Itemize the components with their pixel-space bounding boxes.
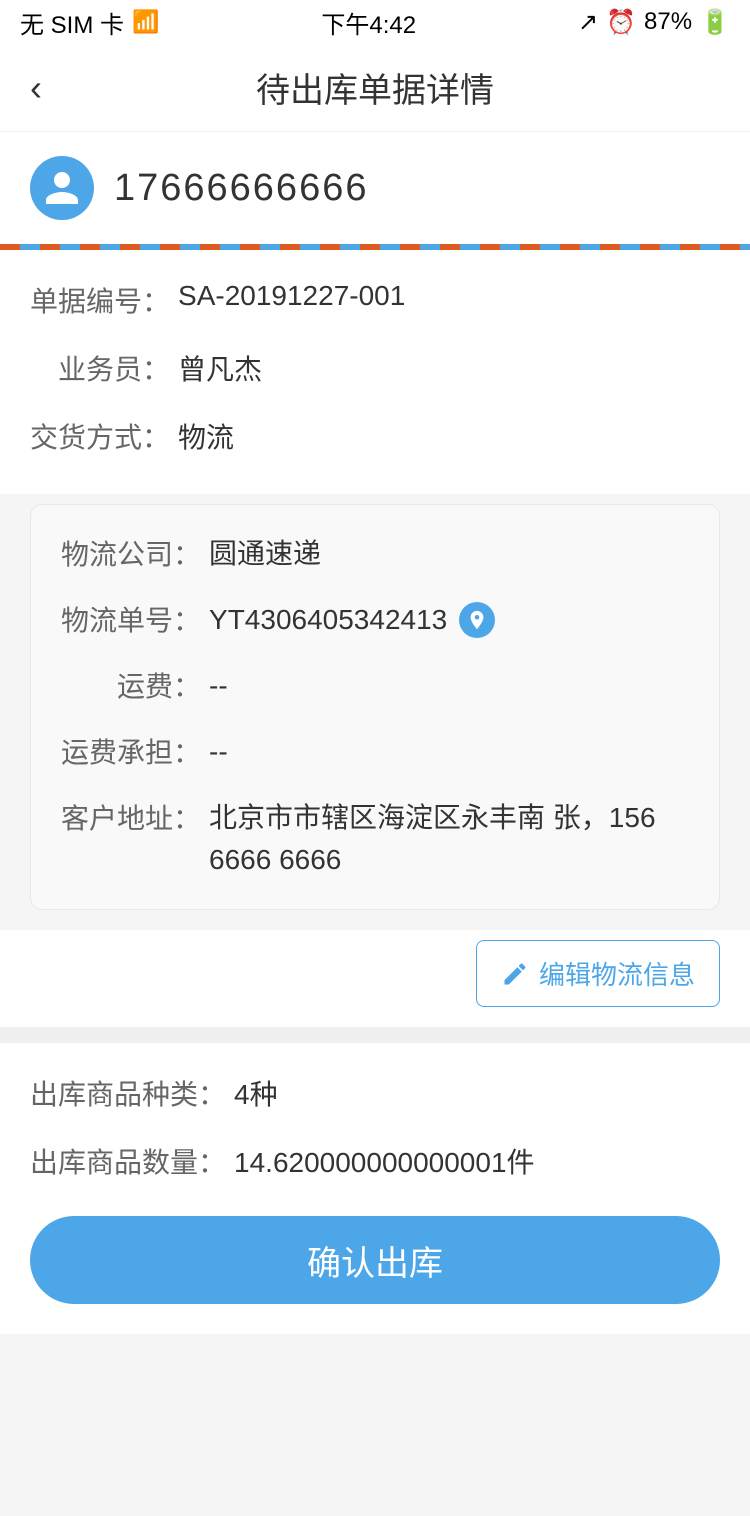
salesman-label: 业务员： [30,348,170,388]
freight-row: 运费： -- [61,665,689,707]
status-bar: 无 SIM 卡 📶 下午4:42 ↗ ⏰ 87% 🔋 [0,0,750,44]
document-info-section: 单据编号： SA-20191227-001 业务员： 曾凡杰 交货方式： 物流 [0,250,750,494]
product-types-label: 出库商品种类： [30,1073,226,1113]
page-title: 待出库单据详情 [256,63,494,112]
edit-icon [501,960,529,988]
document-number-row: 单据编号： SA-20191227-001 [30,280,720,320]
alarm-icon: ⏰ [606,8,636,37]
status-left: 无 SIM 卡 📶 [20,5,159,40]
battery-icon: 🔋 [700,8,730,37]
back-button[interactable]: ‹ [30,67,90,109]
address-row: 客户地址： 北京市市辖区海淀区永丰南 张，156 6666 6666 [61,797,689,881]
freight-bear-value: -- [209,731,689,773]
delivery-method-row: 交货方式： 物流 [30,416,720,456]
freight-label: 运费： [61,665,201,705]
logistics-tracking-value-wrap: YT4306405342413 [209,599,689,641]
product-quantity-row: 出库商品数量： 14.620000000000001件 [30,1141,720,1181]
logistics-tracking-label: 物流单号： [61,599,201,639]
freight-value: -- [209,665,689,707]
location-pin-icon [466,609,488,631]
product-types-row: 出库商品种类： 4种 [30,1073,720,1113]
delivery-method-value: 物流 [178,416,720,456]
logistics-company-value: 圆通速递 [209,533,689,575]
address-value: 北京市市辖区海淀区永丰南 张，156 6666 6666 [209,797,689,881]
phone-number: 17666666666 [114,167,368,210]
product-quantity-value: 14.620000000000001件 [234,1141,535,1181]
carrier-label: 无 SIM 卡 [20,5,124,40]
bottom-space [0,1316,750,1516]
address-label: 客户地址： [61,797,201,837]
product-quantity-label: 出库商品数量： [30,1141,226,1181]
confirm-outbound-label: 确认出库 [307,1236,443,1285]
status-time: 下午4:42 [321,5,416,40]
location-icon: ↗ [578,8,598,37]
nav-bar: ‹ 待出库单据详情 [0,44,750,132]
customer-phone-section: 17666666666 [0,132,750,244]
products-section: 出库商品种类： 4种 出库商品数量： 14.620000000000001件 [0,1043,750,1219]
wifi-icon: 📶 [132,9,159,35]
logistics-tracking-row: 物流单号： YT4306405342413 [61,599,689,641]
confirm-btn-wrap: 确认出库 [0,1196,750,1334]
logistics-card: 物流公司： 圆通速递 物流单号： YT4306405342413 运费： -- … [30,504,720,910]
location-pin-button[interactable] [459,602,495,638]
edit-logistics-label: 编辑物流信息 [539,955,695,992]
document-number-value: SA-20191227-001 [178,280,720,312]
edit-logistics-button[interactable]: 编辑物流信息 [476,940,720,1007]
logistics-tracking-number: YT4306405342413 [209,599,447,641]
section-separator-1 [0,1027,750,1043]
freight-bear-label: 运费承担： [61,731,201,771]
battery-label: 87% [644,8,692,36]
freight-bear-row: 运费承担： -- [61,731,689,773]
salesman-value: 曾凡杰 [178,348,720,388]
delivery-method-label: 交货方式： [30,416,170,456]
avatar [30,156,94,220]
salesman-row: 业务员： 曾凡杰 [30,348,720,388]
edit-btn-row: 编辑物流信息 [0,930,750,1027]
person-icon [42,168,82,208]
logistics-company-row: 物流公司： 圆通速递 [61,533,689,575]
logistics-company-label: 物流公司： [61,533,201,573]
document-number-label: 单据编号： [30,280,170,320]
confirm-outbound-button[interactable]: 确认出库 [30,1216,720,1304]
product-types-value: 4种 [234,1073,278,1113]
status-right: ↗ ⏰ 87% 🔋 [578,8,730,37]
